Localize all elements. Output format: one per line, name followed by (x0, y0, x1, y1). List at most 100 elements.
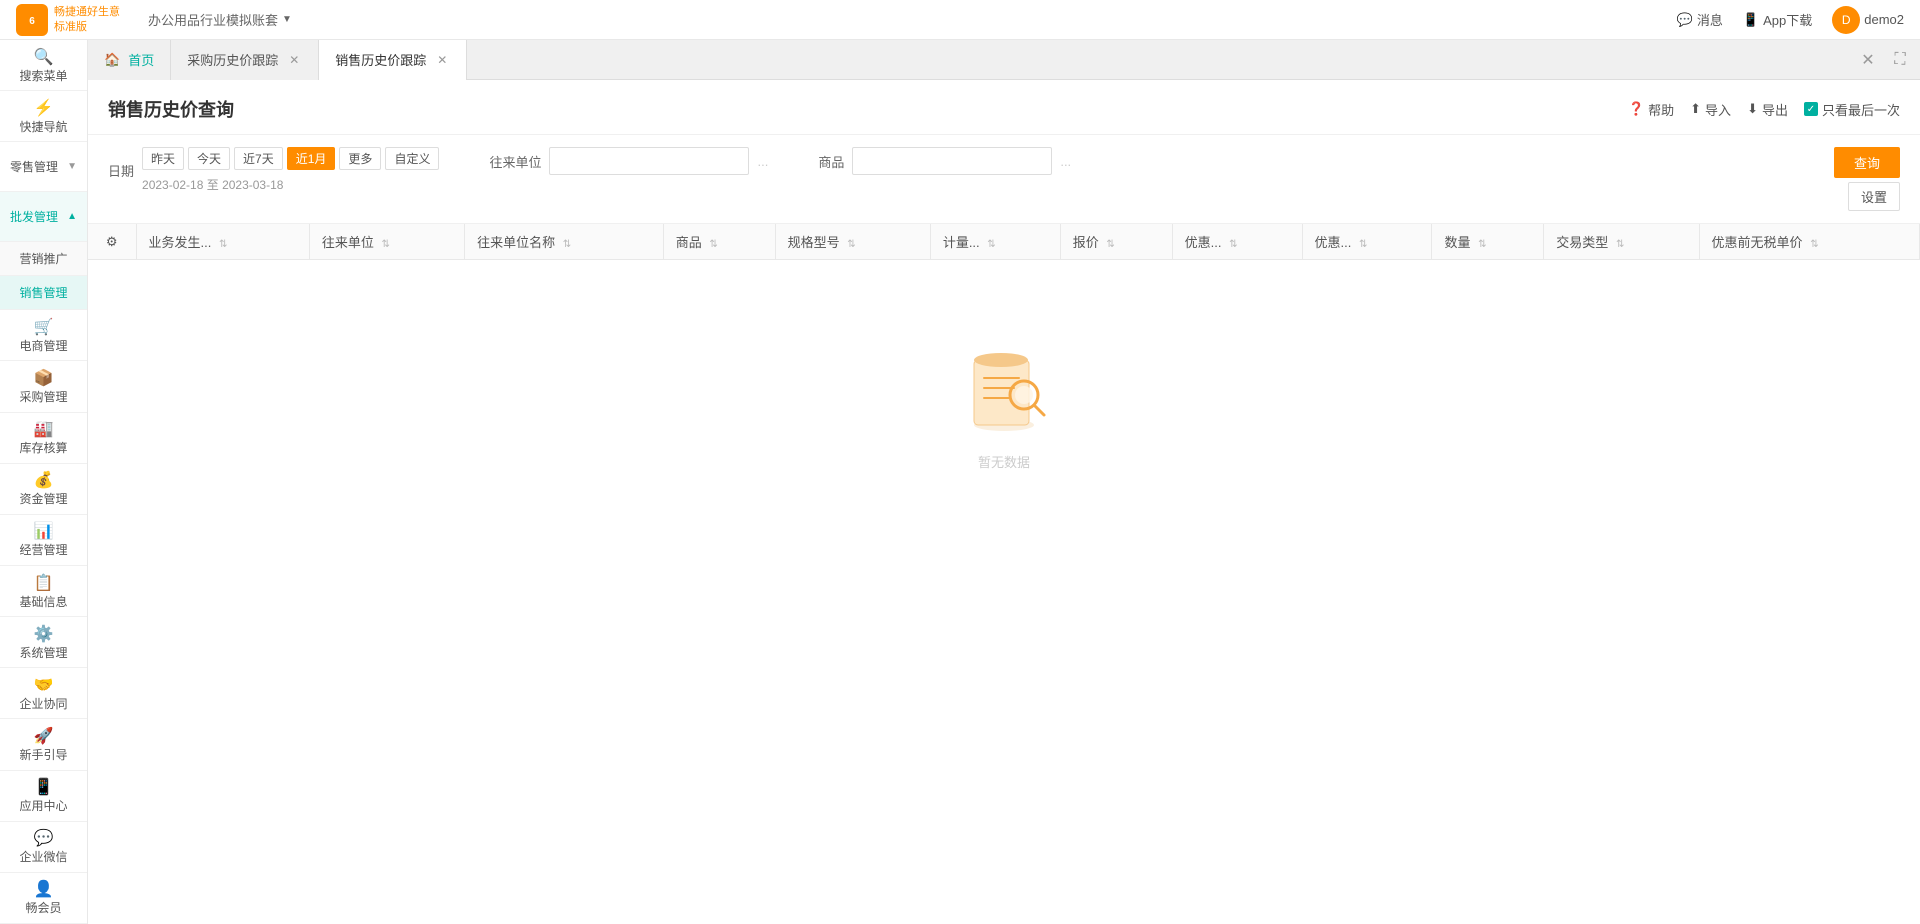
inventory-icon: 🏭 (34, 419, 54, 439)
system-icon: ⚙️ (34, 624, 54, 644)
sidebar-label-guide: 新手引导 (19, 746, 67, 763)
main-layout: 🔍 搜索菜单 ⚡ 快捷导航 零售管理 ▼ 批发管理 ▲ 营销推广 销售管理 🛒 … (0, 40, 1920, 924)
col-settings[interactable]: ⚙ (88, 224, 136, 260)
sidebar-item-inventory[interactable]: 🏭 库存核算 (0, 413, 87, 464)
sidebar-item-basic-info[interactable]: 📋 基础信息 (0, 566, 87, 617)
logo-icon: 6 (16, 4, 48, 36)
sidebar-label-operations: 经营管理 (19, 541, 67, 558)
sidebar-item-app-center[interactable]: 📱 应用中心 (0, 771, 87, 822)
date-btn-yesterday[interactable]: 昨天 (142, 147, 184, 170)
sidebar-item-search-menu[interactable]: 🔍 搜索菜单 (0, 40, 87, 91)
messaging-label: 消息 (1697, 10, 1723, 29)
sidebar-label-system: 系统管理 (19, 644, 67, 661)
tab-purchase-history[interactable]: 采购历史价跟踪 ✕ (171, 40, 319, 80)
download-icon: 📱 (1743, 12, 1759, 28)
col-discount2[interactable]: 优惠... ⇅ (1302, 224, 1432, 260)
date-range-text: 2023-02-18 至 2023-03-18 (142, 176, 439, 193)
sort-partner-code-icon: ⇅ (381, 239, 389, 250)
date-btn-last1month[interactable]: 近1月 (287, 147, 336, 170)
col-discount1[interactable]: 优惠... ⇅ (1172, 224, 1302, 260)
app-selector[interactable]: 办公用品行业模拟账套 ▼ (148, 10, 292, 29)
tab-purchase-close[interactable]: ✕ (286, 52, 302, 68)
date-filter: 日期 昨天 今天 近7天 近1月 更多 自定义 2023-02-18 至 202… (108, 147, 439, 193)
tab-home-label: 首页 (128, 50, 154, 69)
query-button[interactable]: 查询 (1834, 147, 1900, 178)
sidebar-label-sales: 销售管理 (19, 286, 67, 300)
date-filter-group: 昨天 今天 近7天 近1月 更多 自定义 2023-02-18 至 2023-0… (142, 147, 439, 193)
import-action[interactable]: ⬆ 导入 (1690, 100, 1731, 119)
user-profile[interactable]: D demo2 (1832, 6, 1904, 34)
partner-input[interactable] (549, 147, 749, 175)
product-input[interactable] (852, 147, 1052, 175)
date-btn-last7days[interactable]: 近7天 (234, 147, 283, 170)
sidebar-label-member: 畅会员 (25, 899, 61, 916)
export-action[interactable]: ⬇ 导出 (1747, 100, 1788, 119)
sidebar-item-purchase[interactable]: 📦 采购管理 (0, 361, 87, 412)
help-icon: ❓ (1628, 101, 1644, 117)
sidebar-label-purchase: 采购管理 (19, 388, 67, 405)
table-container: ⚙ 业务发生... ⇅ 往来单位 ⇅ (88, 224, 1920, 924)
help-action[interactable]: ❓ 帮助 (1628, 100, 1674, 119)
col-quoted-price[interactable]: 报价 ⇅ (1060, 224, 1172, 260)
gear-icon[interactable]: ⚙ (106, 234, 118, 250)
avatar: D (1832, 6, 1860, 34)
messaging-action[interactable]: 💬 消息 (1677, 10, 1723, 29)
sidebar-item-member[interactable]: 👤 畅会员 (0, 873, 87, 924)
sort-product-icon: ⇅ (709, 239, 717, 250)
sidebar-item-enterprise-wechat[interactable]: 💬 企业微信 (0, 822, 87, 873)
sidebar-item-wholesale-mgmt[interactable]: 批发管理 ▲ (0, 192, 87, 242)
date-btn-today[interactable]: 今天 (188, 147, 230, 170)
col-product[interactable]: 商品 ⇅ (663, 224, 775, 260)
purchase-icon: 📦 (34, 368, 54, 388)
partner-dots[interactable]: ... (757, 154, 768, 169)
tab-sales-close[interactable]: ✕ (434, 52, 450, 68)
close-all-tabs-button[interactable]: ✕ (1856, 48, 1880, 72)
sidebar-item-new-guide[interactable]: 🚀 新手引导 (0, 719, 87, 770)
col-partner-code[interactable]: 往来单位 ⇅ (309, 224, 464, 260)
sidebar-item-finance[interactable]: 💰 资金管理 (0, 464, 87, 515)
sidebar-item-operations[interactable]: 📊 经营管理 (0, 515, 87, 566)
col-quoted-price-label: 报价 (1073, 235, 1099, 250)
empty-state: 暂无数据 (88, 260, 1920, 551)
tab-sales-history[interactable]: 销售历史价跟踪 ✕ (319, 40, 467, 80)
sidebar-item-sales-mgmt[interactable]: 销售管理 (0, 276, 87, 310)
sidebar-item-system[interactable]: ⚙️ 系统管理 (0, 617, 87, 668)
settings-button[interactable]: 设置 (1848, 182, 1900, 211)
member-icon: 👤 (34, 879, 54, 899)
col-quantity[interactable]: 数量 ⇅ (1432, 224, 1544, 260)
only-last-checkbox[interactable]: ✓ 只看最后一次 (1804, 100, 1900, 119)
sidebar-item-enterprise-agreement[interactable]: 🤝 企业协同 (0, 668, 87, 719)
col-spec[interactable]: 规格型号 ⇅ (775, 224, 930, 260)
date-btn-more[interactable]: 更多 (339, 147, 381, 170)
col-partner-name[interactable]: 往来单位名称 ⇅ (465, 224, 664, 260)
product-dots[interactable]: ... (1060, 154, 1071, 169)
col-spec-label: 规格型号 (788, 235, 840, 250)
col-biz-date[interactable]: 业务发生... ⇅ (136, 224, 309, 260)
logo-area: 6 畅捷通好生意标准版 (16, 4, 120, 36)
col-pre-discount-price[interactable]: 优惠前无税单价 ⇅ (1699, 224, 1919, 260)
col-trade-type-label: 交易类型 (1556, 235, 1608, 250)
date-btn-custom[interactable]: 自定义 (385, 147, 439, 170)
sidebar-item-marketing[interactable]: 营销推广 (0, 242, 87, 276)
app-download-action[interactable]: 📱 App下载 (1743, 10, 1812, 29)
filter-area: 日期 昨天 今天 近7天 近1月 更多 自定义 2023-02-18 至 202… (88, 135, 1920, 224)
operations-icon: 📊 (34, 521, 54, 541)
col-quantity-label: 数量 (1444, 235, 1470, 250)
sidebar-item-quick-nav[interactable]: ⚡ 快捷导航 (0, 91, 87, 142)
content-area: 🏠 首页 采购历史价跟踪 ✕ 销售历史价跟踪 ✕ ✕ ⛶ 销售历史价查询 (88, 40, 1920, 924)
maximize-button[interactable]: ⛶ (1888, 48, 1912, 72)
col-trade-type[interactable]: 交易类型 ⇅ (1544, 224, 1699, 260)
col-unit[interactable]: 计量... ⇅ (930, 224, 1060, 260)
svg-text:6: 6 (29, 16, 35, 27)
sort-spec-icon: ⇅ (847, 239, 855, 250)
guide-icon: 🚀 (34, 726, 54, 746)
sidebar-label-quicknav: 快捷导航 (19, 118, 67, 135)
import-icon: ⬆ (1690, 101, 1701, 117)
sidebar-item-ecommerce[interactable]: 🛒 电商管理 (0, 310, 87, 361)
sidebar-item-retail-mgmt[interactable]: 零售管理 ▼ (0, 142, 87, 192)
tab-home[interactable]: 🏠 首页 (88, 40, 171, 80)
tab-bar: 🏠 首页 采购历史价跟踪 ✕ 销售历史价跟踪 ✕ ✕ ⛶ (88, 40, 1920, 80)
col-discount1-label: 优惠... (1185, 235, 1222, 250)
help-label: 帮助 (1648, 100, 1674, 119)
dropdown-icon: ▼ (282, 14, 292, 25)
